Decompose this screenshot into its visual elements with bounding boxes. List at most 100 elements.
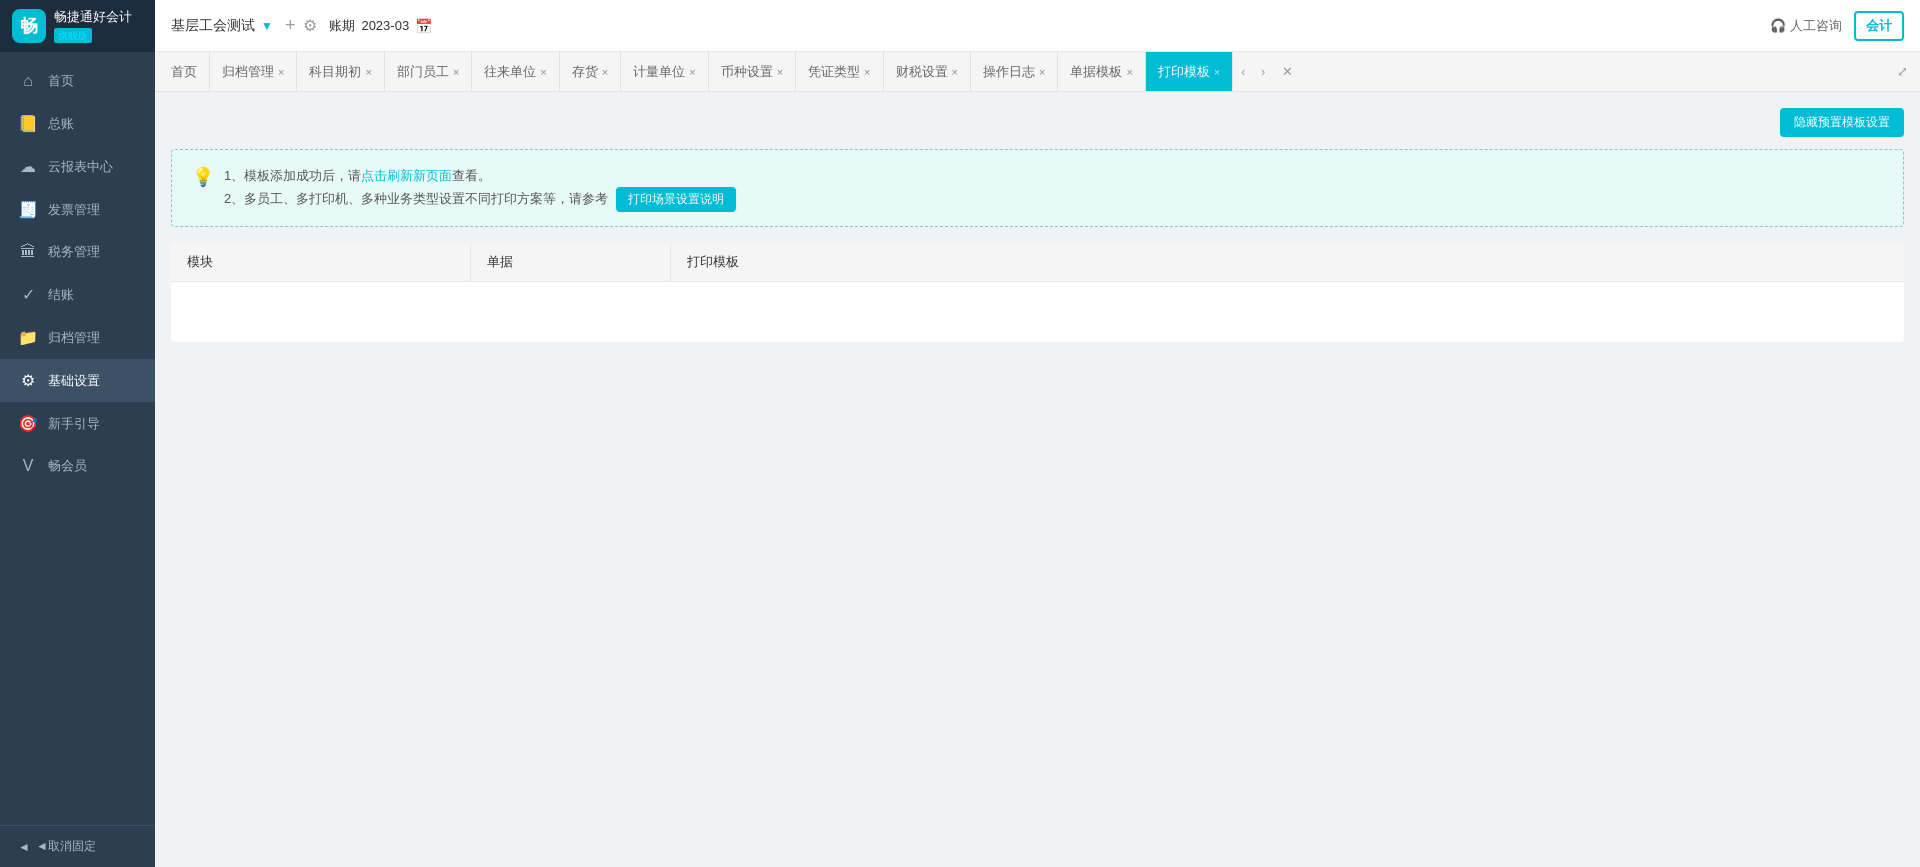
nav-icon-总账: 📒 bbox=[18, 114, 38, 133]
tab-计量单位[interactable]: 计量单位 × bbox=[621, 52, 708, 92]
nav-icon-云报表中心: ☁ bbox=[18, 157, 38, 176]
service-button[interactable]: 🎧 人工咨询 bbox=[1770, 17, 1842, 35]
tab-财税设置[interactable]: 财税设置 × bbox=[884, 52, 971, 92]
tab-close-icon[interactable]: × bbox=[278, 66, 284, 78]
nav-label: 归档管理 bbox=[48, 329, 100, 347]
nav-icon-结账: ✓ bbox=[18, 285, 38, 304]
col-module: 模块 bbox=[171, 243, 471, 281]
logo-icon: 畅 bbox=[12, 9, 46, 43]
hide-template-button[interactable]: 隐藏预置模板设置 bbox=[1780, 108, 1904, 137]
sidebar-item-新手引导[interactable]: 🎯 新手引导 bbox=[0, 402, 155, 445]
col-document: 单据 bbox=[471, 243, 671, 281]
sidebar-item-归档管理[interactable]: 📁归档管理 bbox=[0, 316, 155, 359]
nav-icon-发票管理: 🧾 bbox=[18, 200, 38, 219]
main-area: 基层工会测试 ▼ + ⚙ 账期 2023-03 📅 🎧 人工咨询 会计 首页归档… bbox=[155, 0, 1920, 867]
print-scene-button[interactable]: 打印场景设置说明 bbox=[616, 187, 736, 212]
tab-label: 归档管理 bbox=[222, 63, 274, 81]
period-label: 账期 bbox=[329, 17, 355, 35]
nav-icon-首页: ⌂ bbox=[18, 72, 38, 90]
tab-close-icon[interactable]: × bbox=[689, 66, 695, 78]
topbar: 基层工会测试 ▼ + ⚙ 账期 2023-03 📅 🎧 人工咨询 会计 bbox=[155, 0, 1920, 52]
org-dropdown-icon: ▼ bbox=[261, 19, 273, 33]
tab-close-icon[interactable]: × bbox=[365, 66, 371, 78]
tab-首页[interactable]: 首页 bbox=[159, 52, 210, 92]
tab-close-icon[interactable]: × bbox=[864, 66, 870, 78]
info-line1-prefix: 1、模板添加成功后，请 bbox=[224, 168, 361, 183]
tab-操作日志[interactable]: 操作日志× bbox=[971, 52, 1058, 92]
period-value: 2023-03 bbox=[361, 18, 409, 33]
sidebar-item-总账[interactable]: 📒 总账 bbox=[0, 102, 155, 145]
tab-部门员工[interactable]: 部门员工 × bbox=[385, 52, 472, 92]
kuaiji-button[interactable]: 会计 bbox=[1854, 11, 1904, 41]
tab-科目期初[interactable]: 科目期初× bbox=[297, 52, 384, 92]
tab-label: 部门员工 bbox=[397, 63, 449, 81]
tab-往来单位[interactable]: 往来单位× bbox=[472, 52, 559, 92]
tab-close-icon[interactable]: × bbox=[602, 66, 608, 78]
org-name: 基层工会测试 bbox=[171, 17, 255, 35]
calendar-icon[interactable]: 📅 bbox=[415, 18, 432, 34]
sidebar-nav: ⌂ 首页 📒 总账 ☁ 云报表中心 🧾 发票管理 🏛 税务管理 ✓ 结账 📁归档管理 ⚙ 基础设置 🎯 新手引导… bbox=[0, 52, 155, 825]
page-content: 隐藏预置模板设置 💡 1、模板添加成功后，请点击刷新新页面查看。 2、多员工、多… bbox=[155, 92, 1920, 867]
tab-归档管理[interactable]: 归档管理 × bbox=[210, 52, 297, 92]
info-text: 1、模板添加成功后，请点击刷新新页面查看。 2、多员工、多打印机、多种业务类型设… bbox=[224, 164, 736, 212]
pin-icon: ◄ bbox=[18, 840, 30, 854]
col-print-template: 打印模板 bbox=[671, 243, 1904, 281]
info-box: 💡 1、模板添加成功后，请点击刷新新页面查看。 2、多员工、多打印机、多种业务类… bbox=[171, 149, 1904, 227]
tab-close-icon[interactable]: × bbox=[1039, 66, 1045, 78]
tab-label: 存货 bbox=[572, 63, 598, 81]
sidebar-item-基础设置[interactable]: ⚙ 基础设置 bbox=[0, 359, 155, 402]
table-header: 模块 单据 打印模板 bbox=[171, 243, 1904, 282]
nav-icon-新手引导: 🎯 bbox=[18, 414, 38, 433]
tab-next-button[interactable]: › bbox=[1253, 52, 1273, 92]
nav-label: 云报表中心 bbox=[48, 158, 113, 176]
tab-存货[interactable]: 存货 × bbox=[560, 52, 621, 92]
nav-label: 基础设置 bbox=[48, 372, 100, 390]
sidebar-item-首页[interactable]: ⌂ 首页 bbox=[0, 60, 155, 102]
nav-label: 税务管理 bbox=[48, 243, 100, 261]
tabbar: 首页归档管理×科目期初×部门员工×往来单位×存货×计量单位×币种设置×凭证类型×… bbox=[155, 52, 1920, 92]
tab-close-icon[interactable]: × bbox=[540, 66, 546, 78]
topbar-org[interactable]: 基层工会测试 ▼ bbox=[171, 17, 273, 35]
info-line1-suffix: 查看。 bbox=[452, 168, 491, 183]
tab-label: 首页 bbox=[171, 63, 197, 81]
nav-label: 发票管理 bbox=[48, 201, 100, 219]
tab-close-icon[interactable]: × bbox=[1126, 66, 1132, 78]
tab-打印模板[interactable]: 打印模板 × bbox=[1146, 52, 1233, 92]
topbar-period: 账期 2023-03 📅 bbox=[329, 17, 432, 35]
add-tab-button[interactable]: + bbox=[285, 15, 296, 36]
nav-label: 总账 bbox=[48, 115, 74, 133]
refresh-link[interactable]: 点击刷新新页面 bbox=[361, 168, 452, 183]
tab-prev-button[interactable]: ‹ bbox=[1233, 52, 1253, 92]
sidebar: 畅 畅捷通好会计 旗舰版 ⌂ 首页 📒 总账 ☁ 云报表中心 🧾 发票管理 🏛 税务管理 ✓ 结账 📁归… bbox=[0, 0, 155, 867]
sidebar-item-畅会员[interactable]: V畅会员 bbox=[0, 445, 155, 487]
tab-label: 计量单位 bbox=[633, 63, 685, 81]
tab-close-icon[interactable]: × bbox=[952, 66, 958, 78]
nav-label: 结账 bbox=[48, 286, 74, 304]
sidebar-logo: 畅 畅捷通好会计 旗舰版 bbox=[0, 0, 155, 52]
nav-label: 新手引导 bbox=[48, 415, 100, 433]
nav-label: 首页 bbox=[48, 72, 74, 90]
action-row: 隐藏预置模板设置 bbox=[171, 108, 1904, 137]
nav-icon-基础设置: ⚙ bbox=[18, 371, 38, 390]
nav-label: 畅会员 bbox=[48, 457, 87, 475]
tab-凭证类型[interactable]: 凭证类型× bbox=[796, 52, 883, 92]
tab-close-icon[interactable]: × bbox=[453, 66, 459, 78]
tab-close-icon[interactable]: × bbox=[777, 66, 783, 78]
tab-单据模板[interactable]: 单据模板 × bbox=[1058, 52, 1145, 92]
tab-label: 打印模板 bbox=[1158, 63, 1210, 81]
settings-icon[interactable]: ⚙ bbox=[303, 16, 317, 35]
tab-币种设置[interactable]: 币种设置× bbox=[709, 52, 796, 92]
nav-icon-税务管理: 🏛 bbox=[18, 243, 38, 261]
sidebar-footer-cancel-pin[interactable]: ◄ ◄取消固定 bbox=[0, 825, 155, 867]
sidebar-item-云报表中心[interactable]: ☁ 云报表中心 bbox=[0, 145, 155, 188]
sidebar-item-税务管理[interactable]: 🏛 税务管理 bbox=[0, 231, 155, 273]
topbar-right: 🎧 人工咨询 会计 bbox=[1770, 11, 1904, 41]
headset-icon: 🎧 bbox=[1770, 18, 1786, 33]
sidebar-item-结账[interactable]: ✓ 结账 bbox=[0, 273, 155, 316]
tab-close-icon[interactable]: × bbox=[1214, 66, 1220, 78]
tab-label: 单据模板 bbox=[1070, 63, 1122, 81]
tab-close-all-button[interactable]: ✕ bbox=[1273, 52, 1301, 92]
tab-label: 财税设置 bbox=[896, 63, 948, 81]
sidebar-item-发票管理[interactable]: 🧾 发票管理 bbox=[0, 188, 155, 231]
tab-expand-button[interactable]: ⤢ bbox=[1888, 52, 1916, 92]
